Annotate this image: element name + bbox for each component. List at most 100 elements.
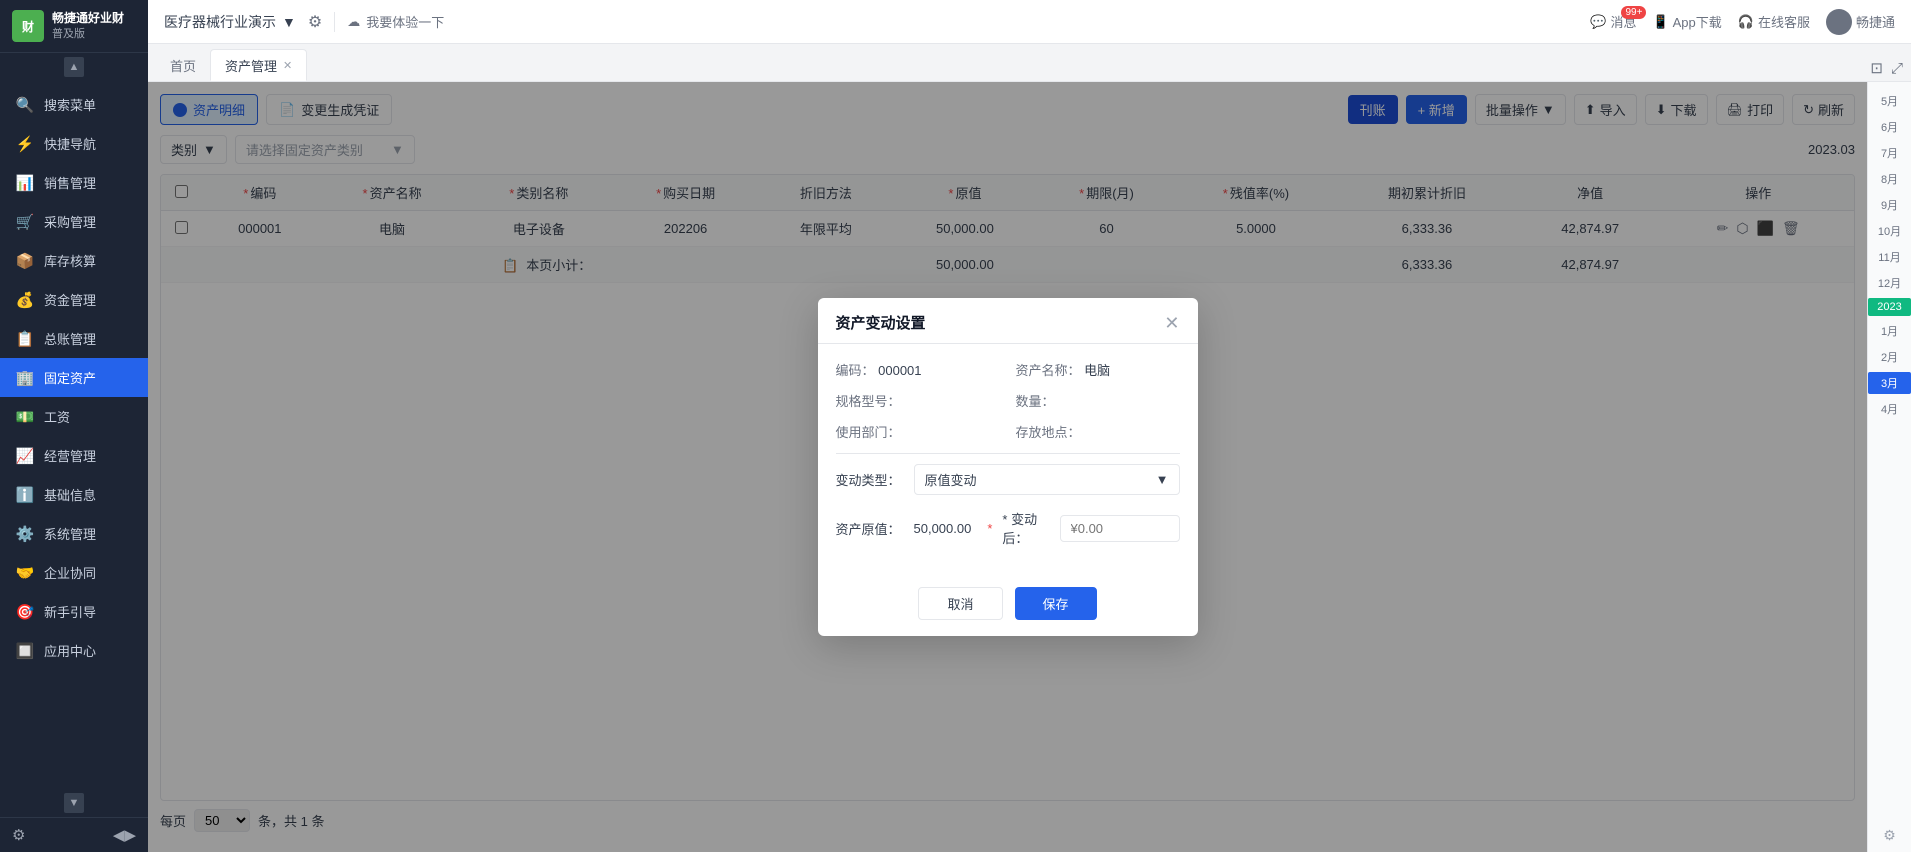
- modal-original-value-display: 50,000.00: [914, 521, 972, 536]
- sidebar-item-label: 采购管理: [44, 212, 96, 231]
- timeline-month-7[interactable]: 7月: [1868, 142, 1911, 164]
- sidebar-item-system[interactable]: ⚙️ 系统管理: [0, 514, 148, 553]
- sidebar-item-guide[interactable]: 🎯 新手引导: [0, 592, 148, 631]
- app-logo: 财: [12, 10, 44, 42]
- username-label: 畅捷通: [1856, 12, 1895, 31]
- modal-close-button[interactable]: ✕: [1164, 314, 1179, 332]
- sidebar-nav: 🔍 搜索菜单 ⚡ 快捷导航 📊 销售管理 🛒 采购管理 📦 库存核算 💰: [0, 81, 148, 789]
- sidebar-item-label: 总账管理: [44, 329, 96, 348]
- sidebar-item-app-center[interactable]: 🔲 应用中心: [0, 631, 148, 670]
- timeline-month-12[interactable]: 12月: [1868, 272, 1911, 294]
- company-selector[interactable]: 医疗器械行业演示 ▼: [164, 12, 296, 32]
- sidebar-item-sales[interactable]: 📊 销售管理: [0, 163, 148, 202]
- guide-icon: 🎯: [16, 603, 34, 621]
- timeline-month-1[interactable]: 1月: [1868, 320, 1911, 342]
- modal-info-row-3: 使用部门： 存放地点：: [836, 422, 1180, 441]
- sidebar-item-enterprise[interactable]: 🤝 企业协同: [0, 553, 148, 592]
- modal-code-field: 编码： 000001: [836, 360, 1000, 379]
- experience-button[interactable]: ☁ 我要体验一下: [347, 12, 444, 31]
- sidebar-item-basic-info[interactable]: ℹ️ 基础信息: [0, 475, 148, 514]
- timeline-month-8[interactable]: 8月: [1868, 168, 1911, 190]
- modal-change-type-row: 变动类型： 原值变动 ▼: [836, 464, 1180, 495]
- save-button[interactable]: 保存: [1015, 587, 1097, 620]
- tab-home[interactable]: 首页: [156, 49, 210, 81]
- sidebar-item-fixed-assets[interactable]: 🏢 固定资产: [0, 358, 148, 397]
- fixed-assets-icon: 🏢: [16, 369, 34, 387]
- user-menu[interactable]: 畅捷通: [1826, 9, 1895, 35]
- timeline-month-11[interactable]: 11月: [1868, 246, 1911, 268]
- tab-restore-icon[interactable]: ⊡: [1870, 59, 1883, 77]
- online-service-button[interactable]: 🎧 在线客服: [1738, 12, 1810, 31]
- modal-change-type-control: 原值变动 ▼: [914, 464, 1180, 495]
- timeline-month-4[interactable]: 4月: [1868, 398, 1911, 420]
- app-download-button[interactable]: 📱 App下载: [1652, 12, 1721, 31]
- sidebar-item-label: 固定资产: [44, 368, 96, 387]
- sidebar-item-search[interactable]: 🔍 搜索菜单: [0, 85, 148, 124]
- scroll-up-arrow[interactable]: ▲: [64, 57, 84, 77]
- tab-asset-label: 资产管理: [225, 56, 277, 75]
- online-service-label: 在线客服: [1758, 12, 1810, 31]
- sidebar-item-finance[interactable]: 💰 资金管理: [0, 280, 148, 319]
- modal-dept-label: 使用部门：: [836, 425, 901, 440]
- collapse-icon[interactable]: ◀▶: [113, 826, 136, 844]
- cancel-button[interactable]: 取消: [918, 587, 1002, 620]
- user-avatar: [1826, 9, 1852, 35]
- sidebar-item-salary[interactable]: 💵 工资: [0, 397, 148, 436]
- modal-value-control: 50,000.00 * * 变动后：: [914, 509, 1180, 547]
- modal-after-change-input[interactable]: [1060, 515, 1180, 542]
- sidebar-scroll-up[interactable]: ▲: [0, 53, 148, 81]
- company-name: 医疗器械行业演示: [164, 12, 276, 32]
- modal-location-field: 存放地点：: [1016, 422, 1180, 441]
- modal-name-label: 资产名称：: [1016, 363, 1081, 378]
- timeline-month-3[interactable]: 3月: [1868, 372, 1911, 394]
- tab-close-icon[interactable]: ✕: [283, 59, 292, 72]
- sidebar-item-label: 库存核算: [44, 251, 96, 270]
- settings-icon[interactable]: ⚙: [12, 826, 25, 844]
- sidebar-item-quick-nav[interactable]: ⚡ 快捷导航: [0, 124, 148, 163]
- modal-quantity-field: 数量：: [1016, 391, 1180, 410]
- modal-spec-field: 规格型号：: [836, 391, 1000, 410]
- timeline-month-2[interactable]: 2月: [1868, 346, 1911, 368]
- modal-change-type-select[interactable]: 原值变动 ▼: [914, 464, 1180, 495]
- modal-name-field: 资产名称： 电脑: [1016, 360, 1180, 379]
- tab-asset-management[interactable]: 资产管理 ✕: [210, 49, 307, 81]
- topbar-right: 💬 消息 99+ 📱 App下载 🎧 在线客服 畅捷通: [1590, 9, 1895, 35]
- modal-quantity-label: 数量：: [1016, 394, 1055, 409]
- system-icon: ⚙️: [16, 525, 34, 543]
- main-content: 医疗器械行业演示 ▼ ⚙ ☁ 我要体验一下 💬 消息 99+ 📱 App下载: [148, 0, 1911, 852]
- timeline-settings-icon[interactable]: ⚙: [1883, 827, 1896, 844]
- modal-code-value: 000001: [878, 363, 921, 378]
- app-download-label: App下载: [1673, 12, 1722, 31]
- sidebar-item-inventory[interactable]: 📦 库存核算: [0, 241, 148, 280]
- message-badge: 99+: [1621, 6, 1646, 19]
- company-dropdown-icon: ▼: [282, 14, 296, 30]
- sidebar-scroll-down[interactable]: ▼: [0, 789, 148, 817]
- timeline-month-6[interactable]: 6月: [1868, 116, 1911, 138]
- modal-name-value: 电脑: [1084, 363, 1110, 378]
- timeline-month-9[interactable]: 9月: [1868, 194, 1911, 216]
- asset-page: 资产明细 📄 变更生成凭证 刊账 + 新增 批量操作 ▼: [148, 82, 1867, 852]
- scroll-down-arrow[interactable]: ▼: [64, 793, 84, 813]
- messages-button[interactable]: 💬 消息 99+: [1590, 12, 1636, 31]
- experience-label: 我要体验一下: [366, 12, 444, 31]
- timeline-year-2023[interactable]: 2023: [1868, 298, 1911, 316]
- purchase-icon: 🛒: [16, 213, 34, 231]
- sidebar-item-business[interactable]: 📈 经营管理: [0, 436, 148, 475]
- search-icon: 🔍: [16, 96, 34, 114]
- basic-info-icon: ℹ️: [16, 486, 34, 504]
- sidebar-item-purchase[interactable]: 🛒 采购管理: [0, 202, 148, 241]
- tab-home-label: 首页: [170, 56, 196, 75]
- sidebar: 财 畅捷通好业财 普及版 ▲ 🔍 搜索菜单 ⚡ 快捷导航 📊 销售管理: [0, 0, 148, 852]
- timeline-month-5[interactable]: 5月: [1868, 90, 1911, 112]
- business-icon: 📈: [16, 447, 34, 465]
- timeline-month-10[interactable]: 10月: [1868, 220, 1911, 242]
- modal-change-type-value: 原值变动: [925, 470, 977, 489]
- settings-button[interactable]: ⚙: [308, 12, 322, 32]
- sidebar-item-general-ledger[interactable]: 📋 总账管理: [0, 319, 148, 358]
- modal-divider: [836, 453, 1180, 454]
- modal-spec-label: 规格型号：: [836, 394, 901, 409]
- tabbar-actions: ⊡ ⤢: [1870, 59, 1903, 81]
- sidebar-item-label: 应用中心: [44, 641, 96, 660]
- sidebar-footer: ⚙ ◀▶: [0, 817, 148, 852]
- tab-maximize-icon[interactable]: ⤢: [1891, 60, 1903, 77]
